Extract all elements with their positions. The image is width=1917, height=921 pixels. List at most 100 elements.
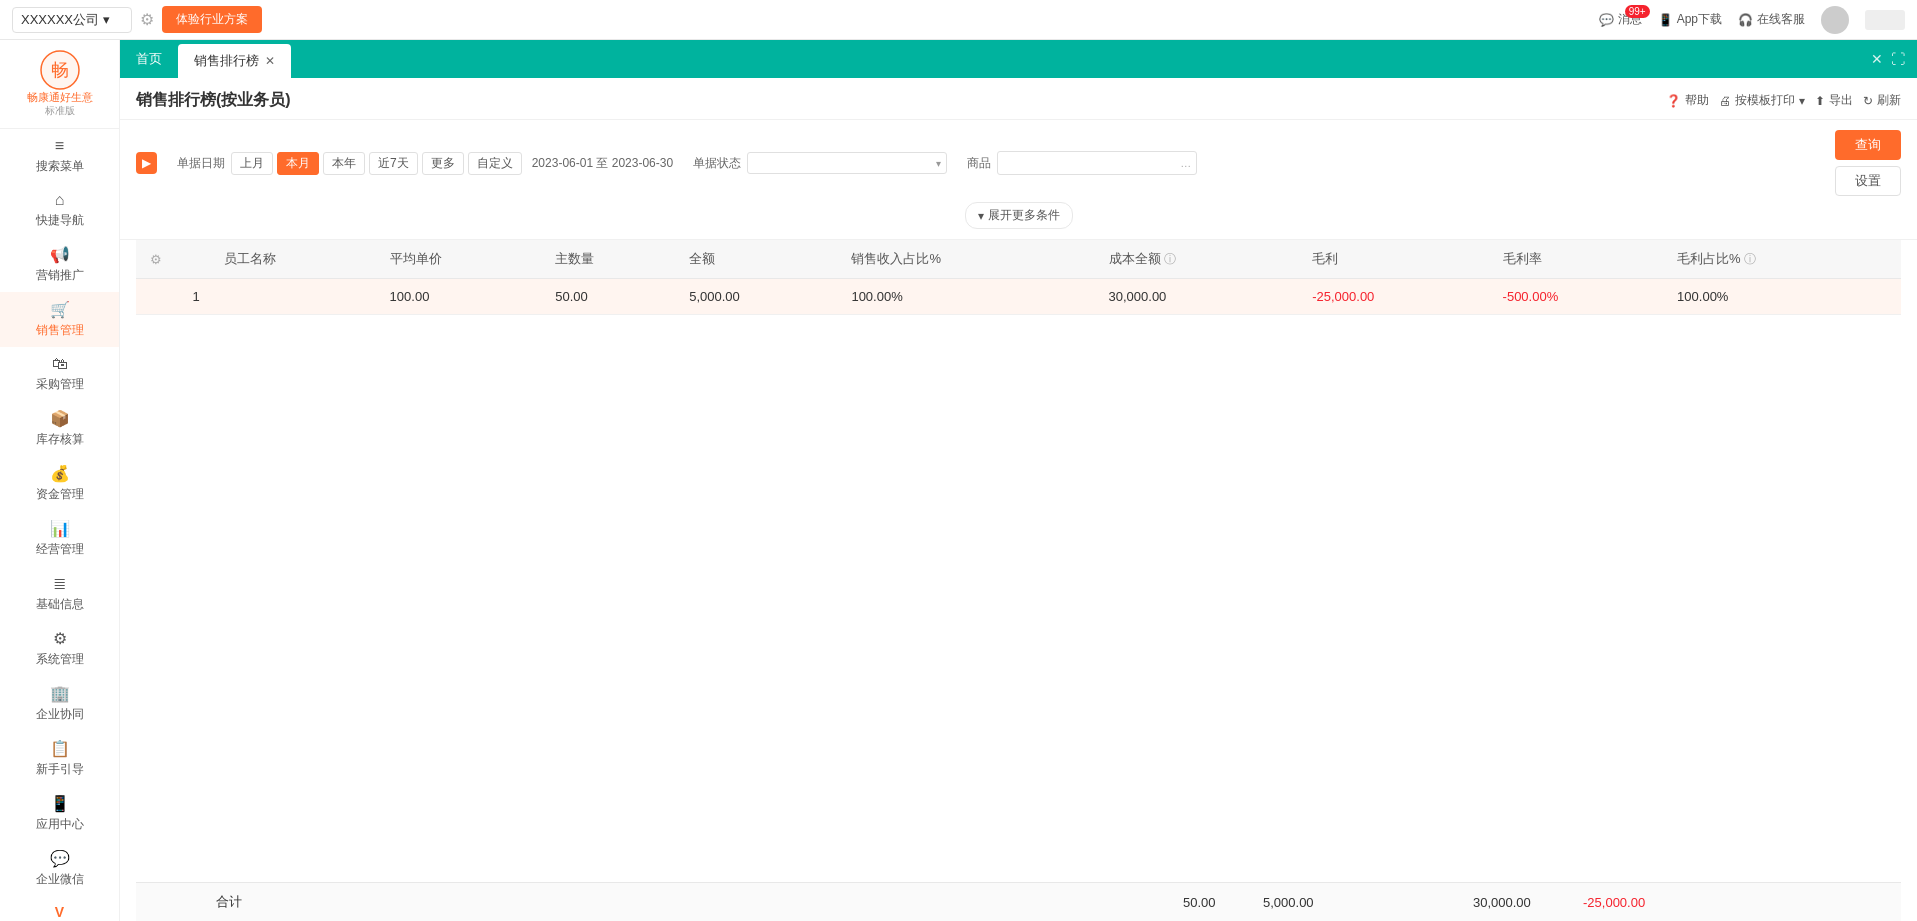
- table-row: 1 100.00 50.00 5,000.00 100.00% 30,000.0…: [136, 279, 1901, 315]
- col-sales-pct: 销售收入占比%: [843, 240, 1100, 279]
- sidebar-item-search-orders[interactable]: ≡ 搜索菜单: [0, 129, 119, 183]
- refresh-label: 刷新: [1877, 92, 1901, 109]
- sidebar-item-wechat[interactable]: 💬 企业微信: [0, 841, 119, 896]
- inventory-icon: 📦: [50, 409, 70, 428]
- top-right: 💬 消息 99+ 📱 App下载 🎧 在线客服: [1599, 6, 1905, 34]
- table-header-row: ⚙ 员工名称 平均单价 主数量 全额 销售收入占比% 成本全额 ⓘ 毛利: [136, 240, 1901, 279]
- filter-expand-arrow[interactable]: ▶: [136, 152, 157, 174]
- chevron-down-icon: ▾: [103, 12, 110, 27]
- filter-status: 单据状态 ▾: [693, 152, 947, 174]
- date-btn-this-year[interactable]: 本年: [323, 152, 365, 175]
- date-range: 2023-06-01 至 2023-06-30: [532, 155, 673, 172]
- messages-btn[interactable]: 💬 消息 99+: [1599, 11, 1642, 28]
- query-action-col: 查询 设置: [1835, 130, 1901, 196]
- sidebar-item-purchase[interactable]: 🛍 采购管理: [0, 347, 119, 401]
- tab-close-icon[interactable]: ✕: [265, 54, 275, 68]
- col-qty: 主数量: [547, 240, 681, 279]
- avatar[interactable]: [1821, 6, 1849, 34]
- col-gross: 毛利: [1304, 240, 1494, 279]
- status-select-wrapper: ▾: [747, 152, 947, 174]
- filter-goods: 商品 …: [967, 151, 1197, 175]
- sidebar-label: 基础信息: [36, 596, 84, 613]
- online-support-btn[interactable]: 🎧 在线客服: [1738, 11, 1805, 28]
- help-icon: ❓: [1666, 94, 1681, 108]
- sidebar-label: 应用中心: [36, 816, 84, 833]
- sidebar-label: 资金管理: [36, 486, 84, 503]
- export-icon: ⬆: [1815, 94, 1825, 108]
- tab-maximize-icon[interactable]: ⛶: [1891, 51, 1905, 67]
- sidebar-label: 企业协同: [36, 706, 84, 723]
- tab-sales-rank-label: 销售排行榜: [194, 52, 259, 70]
- help-btn[interactable]: ❓ 帮助: [1666, 92, 1709, 109]
- sidebar: 畅 畅康通好生意 标准版 ≡ 搜索菜单 ⌂ 快捷导航 📢 营销推广 🛒 销售管理…: [0, 40, 120, 921]
- date-btn-custom[interactable]: 自定义: [468, 152, 522, 175]
- sidebar-item-basic-info[interactable]: ≣ 基础信息: [0, 566, 119, 621]
- export-btn[interactable]: ⬆ 导出: [1815, 92, 1853, 109]
- sidebar-item-quick-nav[interactable]: ⌂ 快捷导航: [0, 183, 119, 237]
- company-select[interactable]: XXXXXX公司 ▾: [12, 7, 132, 33]
- footer-label: 合计: [216, 893, 1083, 911]
- app-download-btn[interactable]: 📱 App下载: [1658, 11, 1722, 28]
- sidebar-label: 快捷导航: [36, 212, 84, 229]
- sidebar-label: 采购管理: [36, 376, 84, 393]
- sidebar-item-enterprise[interactable]: 🏢 企业协同: [0, 676, 119, 731]
- svg-text:畅: 畅: [51, 60, 69, 80]
- col-cost: 成本全额 ⓘ: [1101, 240, 1305, 279]
- status-select[interactable]: [747, 152, 947, 174]
- query-btn[interactable]: 查询: [1835, 130, 1901, 160]
- sidebar-label: 搜索菜单: [36, 158, 84, 175]
- date-label: 单据日期: [177, 155, 225, 172]
- company-name: XXXXXX公司: [21, 11, 99, 29]
- app-center-icon: 📱: [50, 794, 70, 813]
- messages-badge: 99+: [1625, 5, 1650, 18]
- online-support-label: 在线客服: [1757, 11, 1805, 28]
- goods-label: 商品: [967, 155, 991, 172]
- finance-icon: 💰: [50, 464, 70, 483]
- goods-input[interactable]: [997, 151, 1197, 175]
- sidebar-item-system[interactable]: ⚙ 系统管理: [0, 621, 119, 676]
- expand-conditions-btn[interactable]: ▾ 展开更多条件: [965, 202, 1073, 229]
- date-btn-this-month[interactable]: 本月: [277, 152, 319, 175]
- headset-icon: 🎧: [1738, 13, 1753, 27]
- cell-avg-price: 100.00: [382, 279, 548, 315]
- sidebar-item-app-center[interactable]: 📱 应用中心: [0, 786, 119, 841]
- sidebar-item-sales[interactable]: 🛒 销售管理: [0, 292, 119, 347]
- search-menu-icon: ≡: [55, 137, 64, 155]
- print-label: 按模板打印: [1735, 92, 1795, 109]
- print-btn[interactable]: 🖨 按模板打印 ▾: [1719, 92, 1805, 109]
- cell-gross: -25,000.00: [1304, 279, 1494, 315]
- col-amount: 全额: [681, 240, 843, 279]
- refresh-icon: ↻: [1863, 94, 1873, 108]
- sidebar-item-finance[interactable]: 💰 资金管理: [0, 456, 119, 511]
- settings-btn[interactable]: 设置: [1835, 166, 1901, 196]
- sidebar-label: 营销推广: [36, 267, 84, 284]
- gross-pct-info-icon[interactable]: ⓘ: [1744, 252, 1756, 266]
- gear-icon[interactable]: ⚙: [140, 10, 154, 29]
- date-btn-7days[interactable]: 近7天: [369, 152, 418, 175]
- export-label: 导出: [1829, 92, 1853, 109]
- col-gear[interactable]: ⚙: [136, 240, 176, 279]
- sidebar-item-marketing[interactable]: 📢 营销推广: [0, 237, 119, 292]
- tab-close-all-icon[interactable]: ✕: [1871, 51, 1883, 67]
- filter-date: 单据日期 上月 本月 本年 近7天 更多 自定义 2023-06-01 至 20…: [177, 152, 673, 175]
- cell-gear: [136, 279, 176, 315]
- enterprise-icon: 🏢: [50, 684, 70, 703]
- cost-info-icon[interactable]: ⓘ: [1164, 252, 1176, 266]
- sidebar-item-inventory[interactable]: 📦 库存核算: [0, 401, 119, 456]
- tab-sales-rank[interactable]: 销售排行榜 ✕: [178, 44, 291, 78]
- sidebar-item-beginner[interactable]: 📋 新手引导: [0, 731, 119, 786]
- sidebar-label: 经营管理: [36, 541, 84, 558]
- expand-label: 展开更多条件: [988, 207, 1060, 224]
- cell-cost: 30,000.00: [1101, 279, 1305, 315]
- tab-home-label: 首页: [136, 50, 162, 68]
- purchase-icon: 🛍: [52, 355, 68, 373]
- date-btn-more[interactable]: 更多: [422, 152, 464, 175]
- tab-home[interactable]: 首页: [120, 40, 178, 78]
- sidebar-item-member[interactable]: V 畅会员: [0, 896, 119, 921]
- message-icon: 💬: [1599, 13, 1614, 27]
- date-btn-last-month[interactable]: 上月: [231, 152, 273, 175]
- cell-qty: 50.00: [547, 279, 681, 315]
- sidebar-item-operations[interactable]: 📊 经营管理: [0, 511, 119, 566]
- trial-btn[interactable]: 体验行业方案: [162, 6, 262, 33]
- refresh-btn[interactable]: ↻ 刷新: [1863, 92, 1901, 109]
